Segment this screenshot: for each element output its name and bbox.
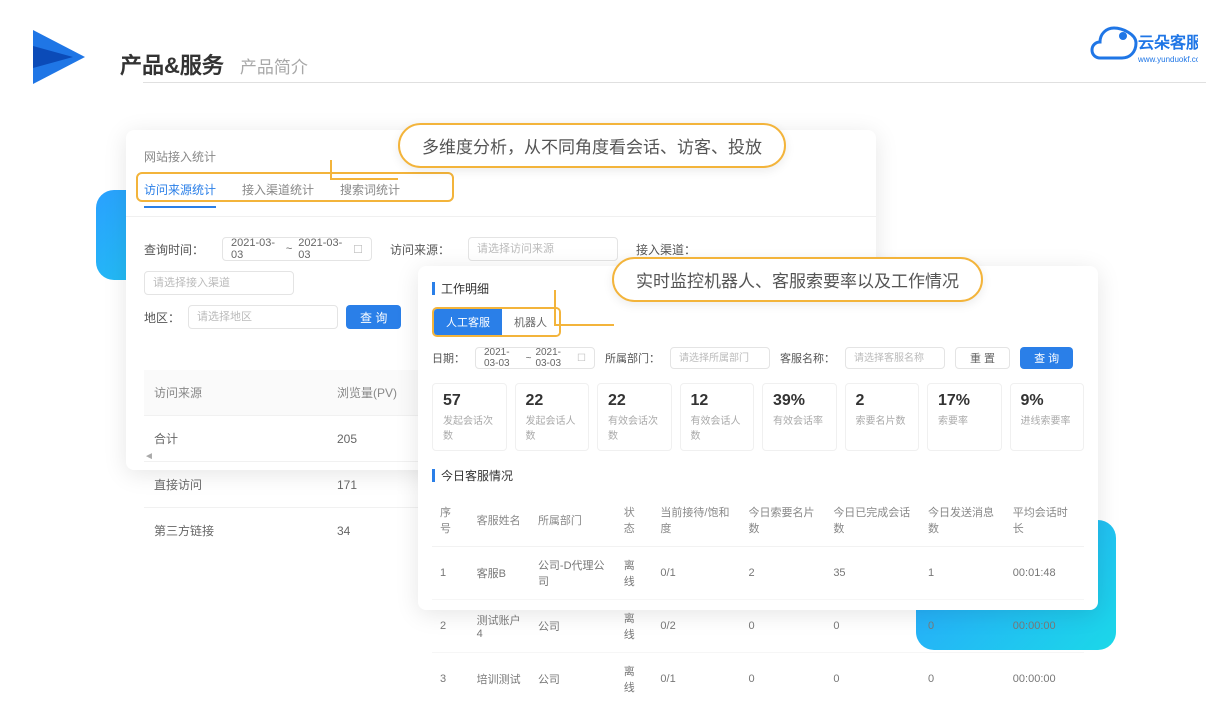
stat-card: 39%有效会话率 bbox=[762, 383, 837, 451]
stat-card: 57发起会话次数 bbox=[432, 383, 507, 451]
page-subtitle: 产品简介 bbox=[240, 53, 308, 78]
table-header-row: 序号客服姓名所属部门状态当前接待/饱和度今日索要名片数今日已完成会话数今日发送消… bbox=[432, 494, 1084, 547]
channel-input[interactable] bbox=[144, 271, 294, 295]
label-dept: 所属部门： bbox=[605, 350, 660, 366]
label-region: 地区： bbox=[144, 309, 180, 326]
divider bbox=[143, 82, 1206, 83]
svg-text:云朵客服: 云朵客服 bbox=[1138, 33, 1198, 52]
date-range-input[interactable]: 2021-03-03 ~ 2021-03-03 ☐ bbox=[222, 237, 372, 261]
callout-connector bbox=[554, 290, 614, 326]
calendar-icon: ☐ bbox=[353, 243, 363, 256]
seg-human[interactable]: 人工客服 bbox=[434, 309, 502, 335]
block-title-work: 工作明细 bbox=[441, 280, 489, 297]
agent-table: 序号客服姓名所属部门状态当前接待/饱和度今日索要名片数今日已完成会话数今日发送消… bbox=[432, 494, 1084, 705]
query-button[interactable]: 查 询 bbox=[1020, 347, 1073, 369]
block-title-today: 今日客服情况 bbox=[441, 467, 513, 484]
panel-work-detail: 工作明细 人工客服 机器人 日期： 2021-03-03 ~ 2021-03-0… bbox=[418, 266, 1098, 610]
brand-logo: 云朵客服 www.yunduokf.com bbox=[1088, 20, 1198, 77]
callout-connector bbox=[330, 160, 398, 180]
segment-control: 人工客服 机器人 bbox=[432, 307, 561, 337]
label-date: 日期： bbox=[432, 350, 465, 366]
stat-card: 12有效会话人数 bbox=[680, 383, 755, 451]
stats-row: 57发起会话次数 22发起会话人数 22有效会话次数 12有效会话人数 39%有… bbox=[432, 383, 1084, 451]
calendar-icon: ☐ bbox=[577, 353, 586, 364]
stat-card: 17%索要率 bbox=[927, 383, 1002, 451]
query-button[interactable]: 查 询 bbox=[346, 305, 401, 329]
tab-search-stats[interactable]: 搜索词统计 bbox=[340, 181, 400, 208]
stat-card: 22发起会话人数 bbox=[515, 383, 590, 451]
table-row: 2测试账户4公司离线0/200000:00:00 bbox=[432, 600, 1084, 653]
table-row: 3培训测试公司离线0/100000:00:00 bbox=[432, 653, 1084, 705]
page-title: 产品&服务 bbox=[120, 48, 224, 80]
seg-robot[interactable]: 机器人 bbox=[502, 309, 559, 335]
region-input[interactable] bbox=[188, 305, 338, 329]
stat-card: 22有效会话次数 bbox=[597, 383, 672, 451]
accent-bar bbox=[432, 469, 435, 482]
reset-button[interactable]: 重 置 bbox=[955, 347, 1010, 369]
tab-channel-stats[interactable]: 接入渠道统计 bbox=[242, 181, 314, 208]
table-row: 1客服B公司-D代理公司离线0/1235100:01:48 bbox=[432, 547, 1084, 600]
svg-text:www.yunduokf.com: www.yunduokf.com bbox=[1137, 55, 1198, 64]
label-agent: 客服名称： bbox=[780, 350, 835, 366]
agent-input[interactable] bbox=[845, 347, 945, 369]
dept-input[interactable] bbox=[670, 347, 770, 369]
stat-card: 2索要名片数 bbox=[845, 383, 920, 451]
tab-source-stats[interactable]: 访问来源统计 bbox=[144, 181, 216, 208]
stat-card: 9%进线索要率 bbox=[1010, 383, 1085, 451]
date-range-input[interactable]: 2021-03-03 ~ 2021-03-03 ☐ bbox=[475, 347, 595, 369]
label-source: 访问来源： bbox=[390, 241, 450, 258]
label-query-time: 查询时间： bbox=[144, 241, 204, 258]
scroll-left-icon[interactable]: ◄ bbox=[144, 451, 154, 462]
callout-analysis: 多维度分析，从不同角度看会话、访客、投放 bbox=[398, 123, 786, 168]
accent-bar bbox=[432, 282, 435, 295]
play-icon bbox=[25, 24, 91, 90]
label-channel: 接入渠道： bbox=[636, 241, 696, 258]
source-input[interactable] bbox=[468, 237, 618, 261]
callout-monitoring: 实时监控机器人、客服索要率以及工作情况 bbox=[612, 257, 983, 302]
